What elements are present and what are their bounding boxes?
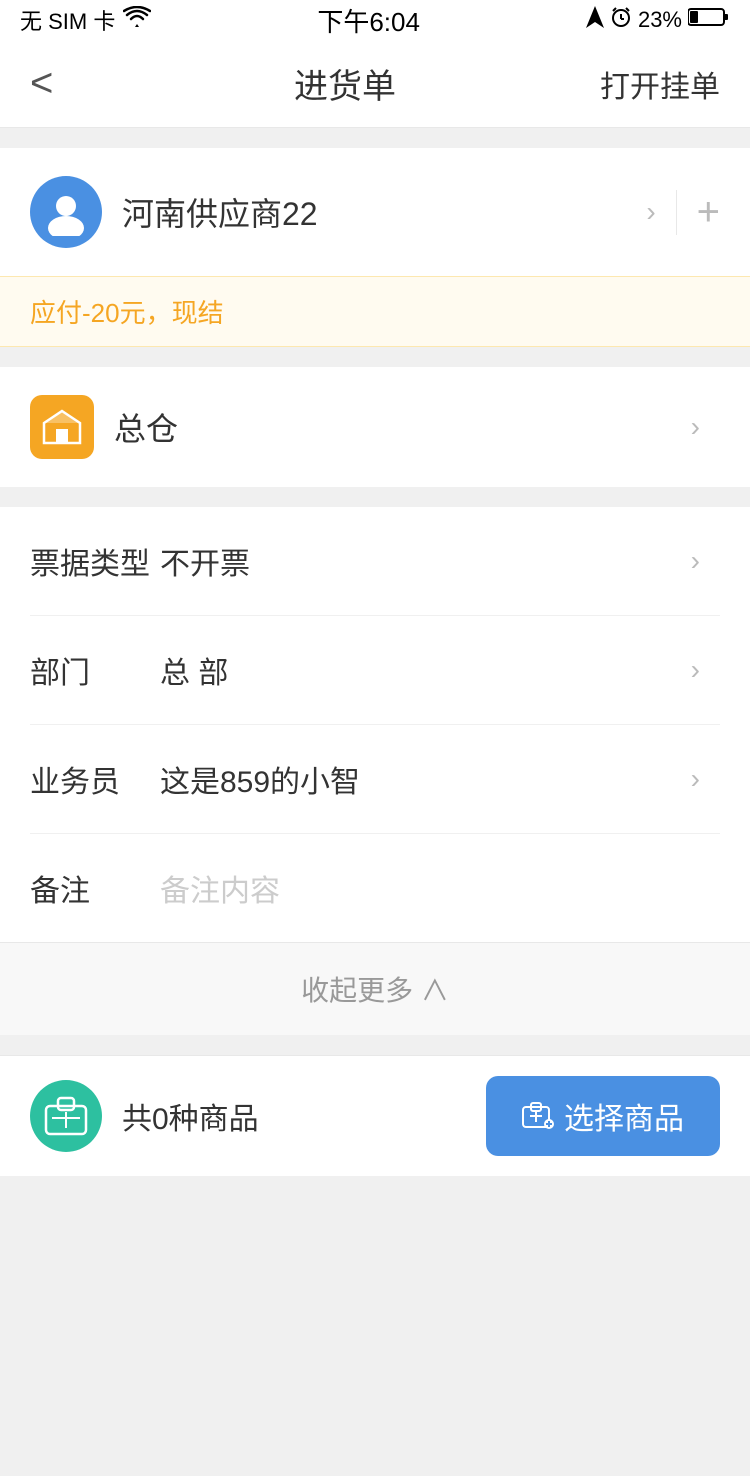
wifi-icon xyxy=(123,6,151,34)
warehouse-row[interactable]: 总仓 › xyxy=(0,367,750,487)
salesman-arrow-icon: › xyxy=(691,763,700,795)
invoice-arrow-icon: › xyxy=(691,545,700,577)
status-time: 下午6:04 xyxy=(317,2,420,39)
remark-row[interactable]: 备注 备注内容 xyxy=(0,834,750,942)
warehouse-icon xyxy=(30,395,94,459)
collapse-row[interactable]: 收起更多 ∧ xyxy=(0,942,750,1035)
nav-bar: < 进货单 打开挂单 xyxy=(0,40,750,128)
invoice-row[interactable]: 票据类型 不开票 › xyxy=(0,507,750,615)
mid-divider2 xyxy=(0,487,750,507)
status-carrier: 无 SIM 卡 xyxy=(20,4,151,36)
collapse-label: 收起更多 ∧ xyxy=(301,969,449,1009)
product-count: 共0种商品 xyxy=(122,1094,466,1138)
location-icon xyxy=(586,6,604,34)
carrier-text: 无 SIM 卡 xyxy=(20,4,115,36)
supplier-name: 河南供应商22 xyxy=(122,189,646,235)
status-indicators: 23% xyxy=(586,6,730,34)
back-button[interactable]: < xyxy=(30,61,90,106)
select-btn-label: 选择商品 xyxy=(564,1094,684,1138)
supplier-arrow-icon: › xyxy=(646,196,655,228)
page-title: 进货单 xyxy=(294,59,396,108)
battery-icon xyxy=(688,7,730,33)
dept-arrow-icon: › xyxy=(691,654,700,686)
open-pending-button[interactable]: 打开挂单 xyxy=(600,62,720,106)
warehouse-name: 总仓 xyxy=(114,404,691,450)
add-supplier-button[interactable]: + xyxy=(676,190,720,235)
select-product-button[interactable]: 选择商品 xyxy=(486,1076,720,1156)
remark-label: 备注 xyxy=(30,866,160,910)
alarm-icon xyxy=(610,6,632,34)
product-icon xyxy=(30,1080,102,1152)
supplier-row[interactable]: 河南供应商22 › + xyxy=(0,148,750,276)
status-bar: 无 SIM 卡 下午6:04 23% xyxy=(0,0,750,40)
salesman-value: 这是859的小智 xyxy=(160,757,691,801)
dept-row[interactable]: 部门 总 部 › xyxy=(0,616,750,724)
form-section: 票据类型 不开票 › 部门 总 部 › 业务员 这是859的小智 › 备注 备注… xyxy=(0,507,750,1035)
warehouse-arrow-icon: › xyxy=(691,411,700,443)
warehouse-section[interactable]: 总仓 › xyxy=(0,367,750,487)
top-divider xyxy=(0,128,750,148)
supplier-avatar xyxy=(30,176,102,248)
dept-value: 总 部 xyxy=(160,648,691,692)
gray-background xyxy=(0,1176,750,1476)
battery-percentage: 23% xyxy=(638,7,682,33)
bottom-bar: 共0种商品 选择商品 xyxy=(0,1055,750,1176)
salesman-row[interactable]: 业务员 这是859的小智 › xyxy=(0,725,750,833)
mid-divider3 xyxy=(0,1035,750,1055)
invoice-value: 不开票 xyxy=(160,539,691,583)
remark-input[interactable]: 备注内容 xyxy=(160,866,720,910)
supplier-section: 河南供应商22 › + 应付-20元，现结 xyxy=(0,148,750,347)
salesman-label: 业务员 xyxy=(30,757,160,801)
notice-bar: 应付-20元，现结 xyxy=(0,276,750,347)
mid-divider1 xyxy=(0,347,750,367)
notice-text: 应付-20元，现结 xyxy=(30,298,224,328)
invoice-label: 票据类型 xyxy=(30,539,160,583)
dept-label: 部门 xyxy=(30,648,160,692)
